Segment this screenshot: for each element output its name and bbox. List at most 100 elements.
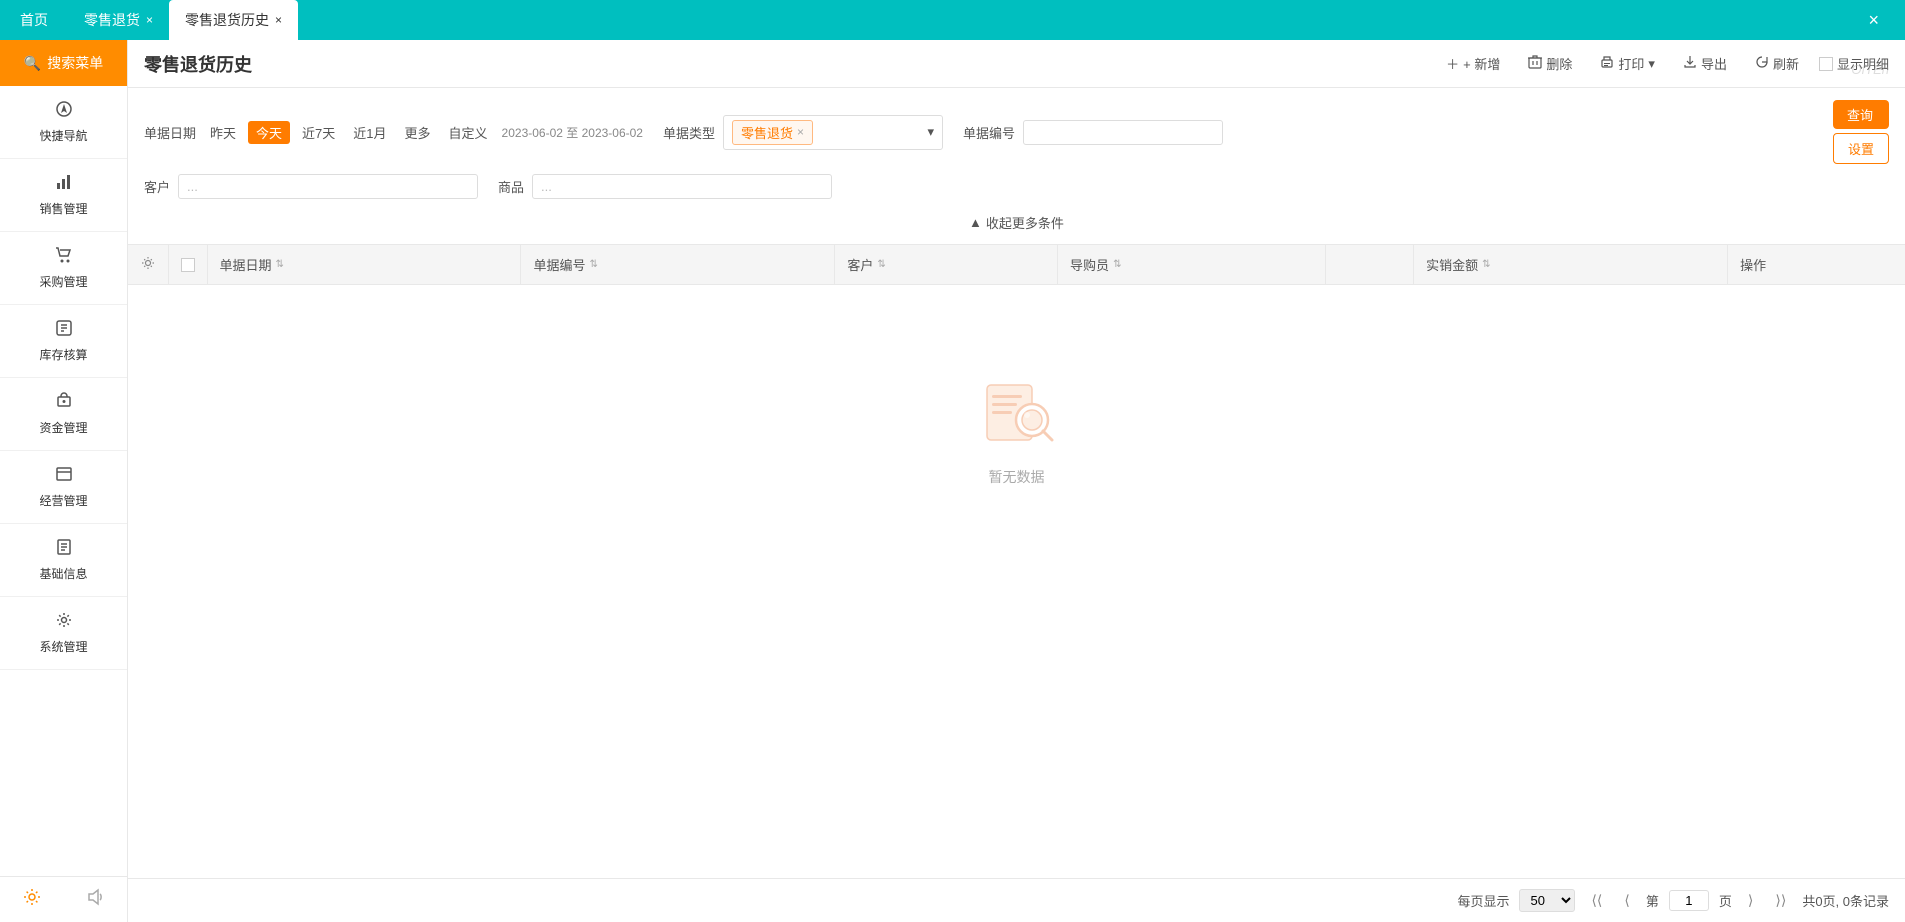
date-opt-more[interactable]: 更多 — [399, 121, 437, 144]
export-button[interactable]: 导出 — [1675, 50, 1735, 77]
date-opt-custom[interactable]: 自定义 — [443, 121, 494, 144]
date-opt-yesterday[interactable]: 昨天 — [204, 121, 242, 144]
tab-home[interactable]: 首页 — [0, 0, 68, 40]
purchase-mgmt-icon — [55, 246, 73, 269]
th-amount[interactable]: 实销金额 ⇅ — [1414, 245, 1728, 285]
th-action: 操作 — [1728, 245, 1905, 285]
tab-retail-return-history-close[interactable]: × — [275, 13, 282, 27]
doc-number-input[interactable] — [1023, 120, 1223, 145]
sidebar-item-basic-info[interactable]: 基础信息 — [0, 524, 127, 597]
doc-type-tag-remove[interactable]: × — [797, 125, 804, 139]
sidebar-item-finance-mgmt[interactable]: 资金管理 — [0, 378, 127, 451]
sidebar-item-sales-label: 销售管理 — [39, 200, 87, 217]
sidebar-item-operations-label: 经营管理 — [39, 492, 87, 509]
th-guide[interactable]: 导购员 ⇅ — [1058, 245, 1326, 285]
query-button[interactable]: 查询 — [1833, 100, 1889, 129]
date-opt-today[interactable]: 今天 — [248, 121, 290, 144]
data-table: 单据日期 ⇅ 单据编号 ⇅ 客户 — [128, 245, 1905, 567]
print-button[interactable]: 打印 ▾ — [1592, 50, 1663, 77]
th-amount-label: 实销金额 — [1426, 255, 1478, 274]
sidebar-item-stock-calc[interactable]: 库存核算 — [0, 305, 127, 378]
customer-select[interactable]: ... — [178, 174, 478, 199]
date-filter-label: 单据日期 — [144, 123, 196, 142]
filter-row-2: 客户 ... 商品 ... — [144, 174, 1889, 199]
sidebar-audio-icon[interactable] — [85, 887, 105, 912]
th-checkbox[interactable] — [168, 245, 207, 285]
first-page-button[interactable]: ⟨⟨ — [1585, 890, 1608, 911]
th-spacer — [1326, 245, 1414, 285]
settings-label: 设置 — [1848, 139, 1874, 158]
collapse-up-icon: ▲ — [969, 215, 982, 230]
refresh-button[interactable]: 刷新 — [1747, 50, 1807, 77]
next-page-button[interactable]: ⟩ — [1742, 890, 1759, 911]
date-filter: 单据日期 昨天 今天 近7天 近1月 更多 自定义 2023-06-02 至 2… — [144, 121, 643, 144]
page-header: 零售退货历史 ＋ + 新增 删除 打印 ▾ — [128, 40, 1905, 88]
th-number[interactable]: 单据编号 ⇅ — [521, 245, 835, 285]
doc-number-label: 单据编号 — [963, 123, 1015, 142]
system-mgmt-icon — [55, 611, 73, 634]
show-detail-checkbox[interactable] — [1819, 57, 1833, 71]
th-customer[interactable]: 客户 ⇅ — [835, 245, 1058, 285]
sidebar-search-label: 搜索菜单 — [47, 53, 103, 73]
header-checkbox[interactable] — [181, 258, 195, 272]
print-icon — [1600, 55, 1614, 72]
empty-cell: 暂无数据 — [128, 285, 1905, 568]
sidebar-item-quick-nav-label: 快捷导航 — [39, 127, 87, 144]
date-opt-7days[interactable]: 近7天 — [296, 121, 341, 144]
prev-page-button[interactable]: ⟨ — [1618, 890, 1635, 911]
doc-type-label: 单据类型 — [663, 123, 715, 142]
th-date-label: 单据日期 — [220, 255, 272, 274]
query-label: 查询 — [1847, 105, 1873, 124]
close-window-button[interactable]: × — [1858, 10, 1889, 30]
export-icon — [1683, 55, 1697, 72]
th-settings[interactable] — [128, 245, 168, 285]
page-title: 零售退货历史 — [144, 51, 1438, 77]
goods-placeholder: ... — [541, 179, 552, 194]
add-button[interactable]: ＋ + 新增 — [1438, 50, 1508, 77]
tab-retail-return-history[interactable]: 零售退货历史 × — [169, 0, 298, 40]
goods-filter: 商品 ... — [498, 174, 832, 199]
operations-mgmt-icon — [55, 465, 73, 488]
goods-select[interactable]: ... — [532, 174, 832, 199]
finance-mgmt-icon — [55, 392, 73, 415]
top-bar: 首页 零售退货 × 零售退货历史 × × — [0, 0, 1905, 40]
total-records: 共0页, 0条记录 — [1802, 891, 1889, 910]
collapse-label: 收起更多条件 — [986, 213, 1064, 232]
pagination: 每页显示 10 20 50 100 ⟨⟨ ⟨ 第 页 ⟩ ⟩⟩ 共0页, 0条记… — [128, 878, 1905, 922]
goods-label: 商品 — [498, 177, 524, 196]
date-opt-1month[interactable]: 近1月 — [347, 121, 392, 144]
stock-calc-icon — [55, 319, 73, 342]
empty-text: 暂无数据 — [989, 467, 1045, 487]
print-dropdown-icon: ▾ — [1648, 56, 1655, 72]
sidebar-item-finance-label: 资金管理 — [39, 419, 87, 436]
sidebar-item-system-mgmt[interactable]: 系统管理 — [0, 597, 127, 670]
tab-retail-return-history-label: 零售退货历史 — [185, 10, 269, 30]
export-label: 导出 — [1701, 54, 1727, 73]
show-detail: 显示明细 — [1819, 54, 1889, 73]
th-customer-label: 客户 — [847, 255, 873, 274]
sidebar-item-purchase-mgmt[interactable]: 采购管理 — [0, 232, 127, 305]
tab-retail-return-close[interactable]: × — [146, 13, 153, 27]
last-page-button[interactable]: ⟩⟩ — [1769, 890, 1792, 911]
per-page-select[interactable]: 10 20 50 100 — [1519, 889, 1575, 912]
main-layout: 🔍 搜索菜单 快捷导航 销售管理 采购管理 库存核算 — [0, 40, 1905, 922]
top-bar-right: × — [1858, 10, 1905, 31]
sidebar-search[interactable]: 🔍 搜索菜单 — [0, 40, 127, 86]
doc-type-select[interactable]: 零售退货 × ▾ — [723, 115, 943, 150]
sidebar-settings-icon[interactable] — [22, 887, 42, 912]
th-guide-sort-icon: ⇅ — [1113, 259, 1121, 270]
th-amount-sort-icon: ⇅ — [1482, 259, 1490, 270]
sidebar-item-sales-mgmt[interactable]: 销售管理 — [0, 159, 127, 232]
tab-retail-return[interactable]: 零售退货 × — [68, 0, 169, 40]
th-guide-label: 导购员 — [1070, 255, 1109, 274]
collapse-button[interactable]: ▲ 收起更多条件 — [144, 209, 1889, 236]
page-input[interactable] — [1669, 890, 1709, 911]
sidebar-item-operations-mgmt[interactable]: 经营管理 — [0, 451, 127, 524]
delete-button[interactable]: 删除 — [1520, 50, 1580, 77]
delete-label: 删除 — [1546, 54, 1572, 73]
sidebar-item-quick-nav[interactable]: 快捷导航 — [0, 86, 127, 159]
settings-button[interactable]: 设置 — [1833, 133, 1889, 164]
th-date[interactable]: 单据日期 ⇅ — [207, 245, 521, 285]
refresh-icon — [1755, 55, 1769, 72]
delete-icon — [1528, 55, 1542, 72]
